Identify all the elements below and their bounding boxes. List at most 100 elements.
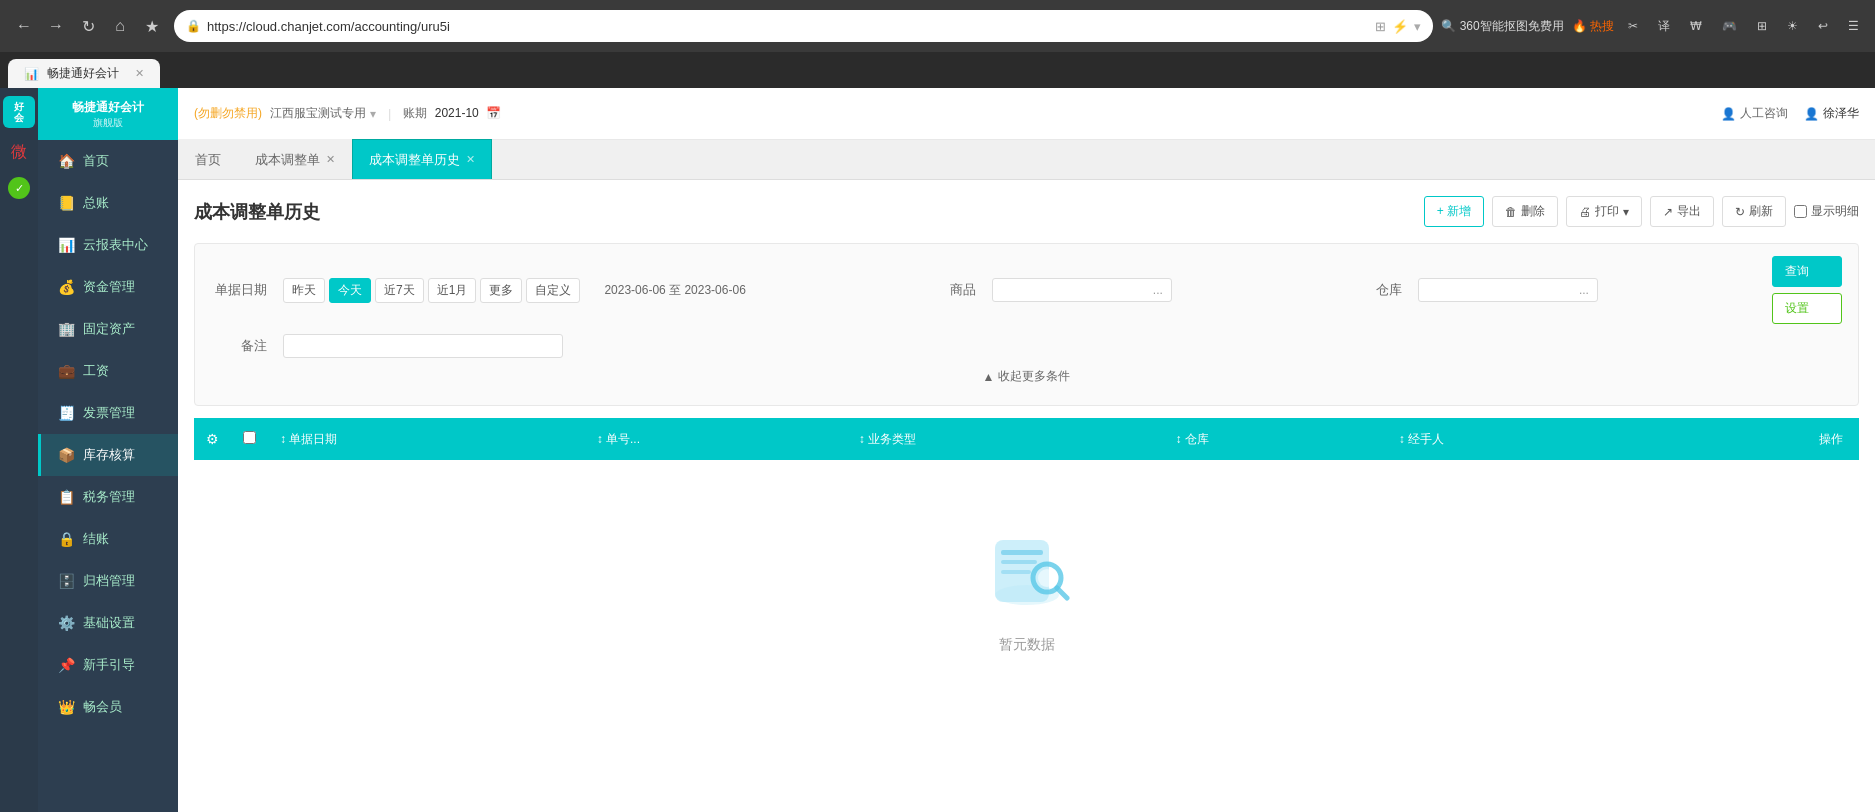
page-tab-cost-adjust-history[interactable]: 成本调整单历史✕ — [352, 139, 492, 179]
grid-tool[interactable]: ⊞ — [1751, 15, 1773, 37]
col-handler[interactable]: ↕ 经手人 — [1387, 418, 1657, 460]
nav-icon-fund: 💰 — [57, 279, 75, 295]
bookmark-button[interactable]: ★ — [138, 12, 166, 40]
icon-sidebar-weibo[interactable]: 微 — [3, 136, 35, 168]
col-checkbox[interactable] — [231, 418, 268, 460]
browser-tab[interactable]: 📊 畅捷通好会计 ✕ — [8, 59, 160, 88]
page-actions: + 新增 🗑 删除 🖨 打印 ▾ ↗ 导出 ↻ — [1424, 196, 1859, 227]
col-biz-type[interactable]: ↕ 业务类型 — [847, 418, 1164, 460]
col-date[interactable]: ↕ 单据日期 — [268, 418, 585, 460]
print-button[interactable]: 🖨 打印 ▾ — [1566, 196, 1642, 227]
sidebar-item-fund[interactable]: 💰资金管理 — [38, 266, 178, 308]
col-gear[interactable]: ⚙ — [194, 418, 231, 460]
lock-icon: 🔒 — [186, 19, 201, 33]
sidebar-item-report[interactable]: 📊云报表中心 — [38, 224, 178, 266]
game-tool[interactable]: 🎮 — [1716, 15, 1743, 37]
sidebar-item-asset[interactable]: 🏢固定资产 — [38, 308, 178, 350]
nav-icon-inventory: 📦 — [57, 447, 75, 463]
sidebar-item-settings[interactable]: ⚙️基础设置 — [38, 602, 178, 644]
show-detail-checkbox[interactable] — [1794, 205, 1807, 218]
sidebar-item-invoice[interactable]: 🧾发票管理 — [38, 392, 178, 434]
date-btn-近7天[interactable]: 近7天 — [375, 278, 424, 303]
svg-point-6 — [1038, 569, 1056, 587]
nav-icon-report: 📊 — [57, 237, 75, 253]
col-warehouse[interactable]: ↕ 仓库 — [1163, 418, 1386, 460]
user-info[interactable]: 👤 徐泽华 — [1804, 105, 1859, 122]
refresh-button[interactable]: ↻ 刷新 — [1722, 196, 1786, 227]
page-tab-home[interactable]: 首页 — [178, 139, 238, 179]
date-btn-自定义[interactable]: 自定义 — [526, 278, 580, 303]
new-button[interactable]: + 新增 — [1424, 196, 1484, 227]
col-bill-no-label: ↕ 单号... — [597, 432, 640, 446]
page-tab-cost-adjust[interactable]: 成本调整单✕ — [238, 139, 352, 179]
calendar-icon[interactable]: 📅 — [486, 106, 501, 120]
filter-row-date: 单据日期 昨天今天近7天近1月更多自定义 2023-06-06 至 2023-0… — [211, 256, 1842, 324]
col-biz-type-label: ↕ 业务类型 — [859, 432, 916, 446]
warehouse-dropdown[interactable]: ... — [1418, 278, 1598, 302]
export-label: 导出 — [1677, 203, 1701, 220]
dropdown-icon[interactable]: ▾ — [1414, 19, 1421, 34]
support-icon: 👤 — [1721, 107, 1736, 121]
grid-icon: ⊞ — [1375, 19, 1386, 34]
table-container: ⚙ ↕ 单据日期 ↕ 单号... — [194, 418, 1859, 460]
tab-close-cost-adjust-history[interactable]: ✕ — [466, 153, 475, 166]
reload-button[interactable]: ↻ — [74, 12, 102, 40]
col-bill-no[interactable]: ↕ 单号... — [585, 418, 847, 460]
sidebar-item-close[interactable]: 🔒结账 — [38, 518, 178, 560]
warehouse-more-icon: ... — [1579, 283, 1589, 297]
date-btn-更多[interactable]: 更多 — [480, 278, 522, 303]
select-all-checkbox[interactable] — [243, 431, 256, 444]
delete-button[interactable]: 🗑 删除 — [1492, 196, 1558, 227]
header-actions: 👤 人工咨询 👤 徐泽华 — [1721, 105, 1859, 122]
forward-button[interactable]: → — [42, 12, 70, 40]
back-button[interactable]: ← — [10, 12, 38, 40]
address-bar[interactable]: 🔒 https://cloud.chanjet.com/accounting/u… — [174, 10, 1433, 42]
sidebar-item-inventory[interactable]: 📦库存核算 — [38, 434, 178, 476]
date-range-text: 2023-06-06 至 2023-06-06 — [604, 282, 745, 299]
sidebar-item-home[interactable]: 🏠首页 — [38, 140, 178, 182]
undo-tool[interactable]: ↩ — [1812, 15, 1834, 37]
date-btn-昨天[interactable]: 昨天 — [283, 278, 325, 303]
translate-tool[interactable]: 译 — [1652, 14, 1676, 39]
sidebar-item-archive[interactable]: 🗄️归档管理 — [38, 560, 178, 602]
nav-label-settings: 基础设置 — [83, 614, 135, 632]
tab-title: 畅捷通好会计 — [47, 65, 119, 82]
gear-icon[interactable]: ⚙ — [206, 431, 219, 447]
company-name-text: 江西服宝测试专用 — [270, 105, 366, 122]
date-btn-今天[interactable]: 今天 — [329, 278, 371, 303]
support-button[interactable]: 👤 人工咨询 — [1721, 105, 1788, 122]
query-button[interactable]: 查询 — [1772, 256, 1842, 287]
scissors-tool[interactable]: ✂ — [1622, 15, 1644, 37]
home-button[interactable]: ⌂ — [106, 12, 134, 40]
app-container: 好会 微 ✓ 畅捷通好会计 旗舰版 🏠首页📒总账📊云报表中心💰资金管理🏢固定资产… — [0, 88, 1875, 812]
nav-icon-ledger: 📒 — [57, 195, 75, 211]
export-button[interactable]: ↗ 导出 — [1650, 196, 1714, 227]
tab-close-icon[interactable]: ✕ — [135, 67, 144, 80]
nav-label-invoice: 发票管理 — [83, 404, 135, 422]
sidebar-item-salary[interactable]: 💼工资 — [38, 350, 178, 392]
sidebar-item-guide[interactable]: 📌新手引导 — [38, 644, 178, 686]
filter-area: 单据日期 昨天今天近7天近1月更多自定义 2023-06-06 至 2023-0… — [194, 243, 1859, 406]
goods-dropdown[interactable]: ... — [992, 278, 1172, 302]
remark-input[interactable] — [283, 334, 563, 358]
brightness-tool[interactable]: ☀ — [1781, 15, 1804, 37]
app-header: (勿删勿禁用) 江西服宝测试专用 ▾ | 账期 2021-10 📅 👤 人工咨询… — [178, 88, 1875, 140]
nav-icon-asset: 🏢 — [57, 321, 75, 337]
collapse-button[interactable]: ▲ 收起更多条件 — [211, 368, 1842, 385]
settings-button[interactable]: 设置 — [1772, 293, 1842, 324]
icon-sidebar-logo: 好会 — [3, 96, 35, 128]
sidebar-nav: 🏠首页📒总账📊云报表中心💰资金管理🏢固定资产💼工资🧾发票管理📦库存核算📋税务管理… — [38, 140, 178, 812]
company-selector[interactable]: (勿删勿禁用) 江西服宝测试专用 ▾ — [194, 105, 376, 122]
sidebar-item-ledger[interactable]: 📒总账 — [38, 182, 178, 224]
main-sidebar: 畅捷通好会计 旗舰版 🏠首页📒总账📊云报表中心💰资金管理🏢固定资产💼工资🧾发票管… — [38, 88, 178, 812]
sidebar-item-member[interactable]: 👑畅会员 — [38, 686, 178, 728]
date-btn-近1月[interactable]: 近1月 — [428, 278, 477, 303]
sidebar-logo: 畅捷通好会计 旗舰版 — [38, 88, 178, 140]
menu-tool[interactable]: ☰ — [1842, 15, 1865, 37]
icon-sidebar-check[interactable]: ✓ — [3, 172, 35, 204]
svg-rect-4 — [1001, 570, 1031, 574]
wallet-tool[interactable]: ₩ — [1684, 15, 1708, 37]
content-area: 成本调整单历史 + 新增 🗑 删除 🖨 打印 ▾ ↗ 导出 — [178, 180, 1875, 812]
tab-close-cost-adjust[interactable]: ✕ — [326, 153, 335, 166]
sidebar-item-tax[interactable]: 📋税务管理 — [38, 476, 178, 518]
